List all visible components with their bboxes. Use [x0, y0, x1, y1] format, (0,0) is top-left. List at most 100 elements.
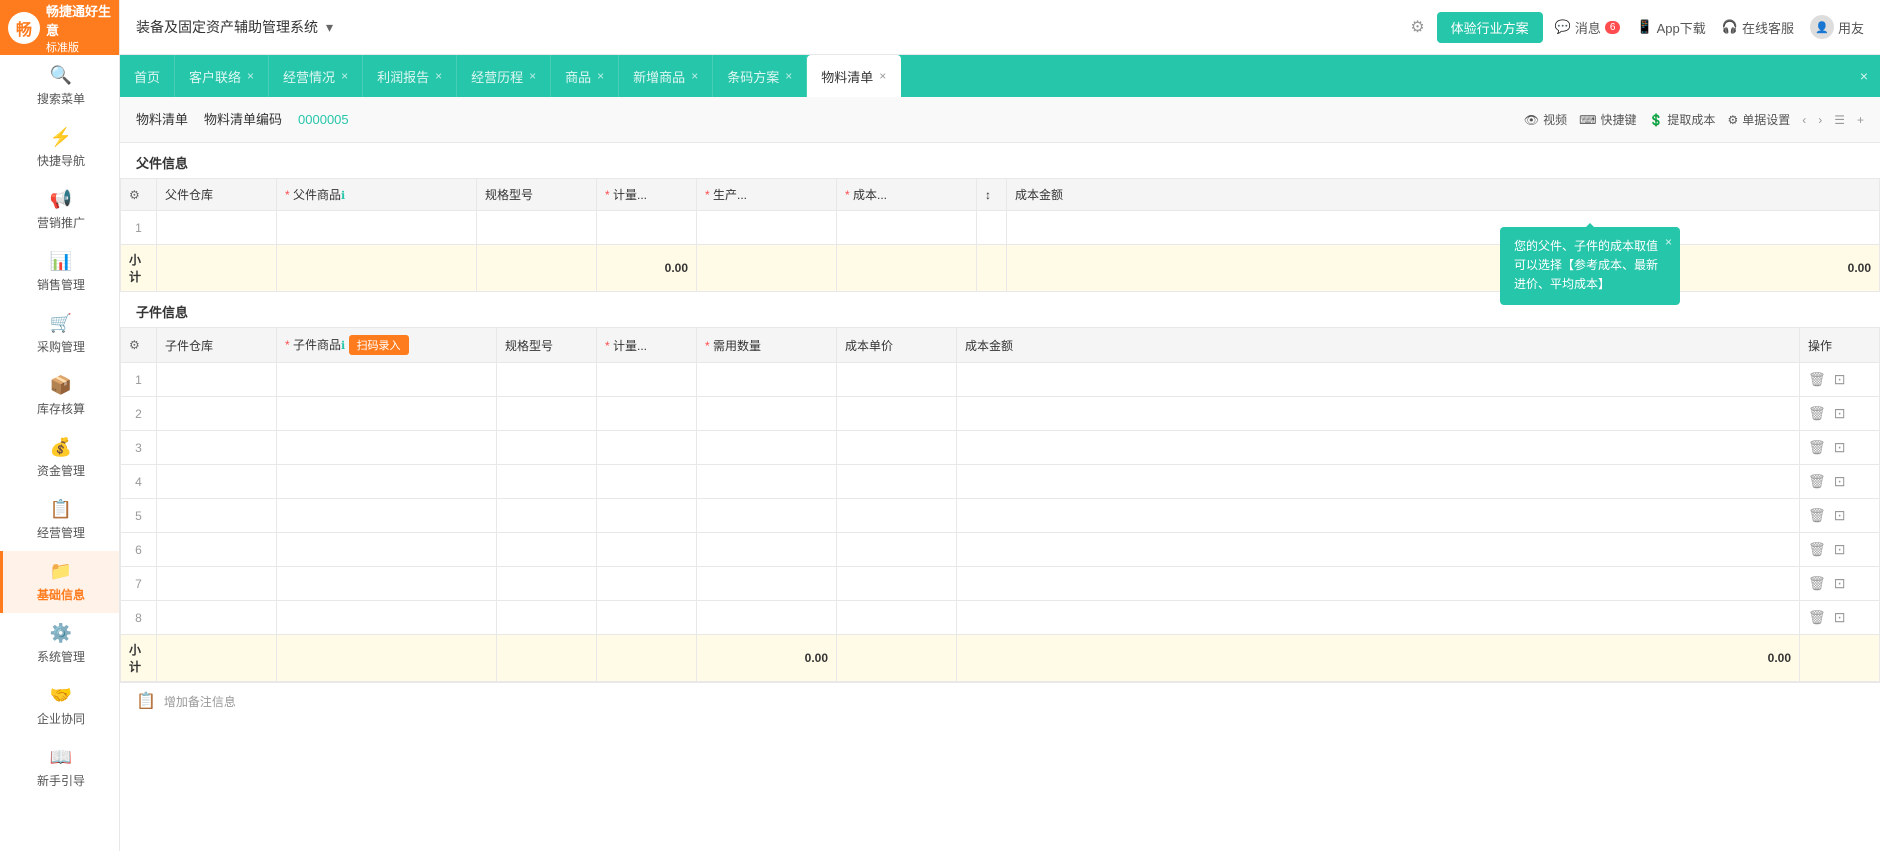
parent-subtotal-c2	[157, 245, 277, 292]
shortcut-action[interactable]: ⌨ 快捷键	[1579, 111, 1636, 128]
nav-next-button[interactable]: ›	[1818, 113, 1822, 127]
main-area: 装备及固定资产辅助管理系统 ▾ ⚙ 体验行业方案 💬 消息 6 📱 App下载 …	[120, 0, 1880, 851]
child-row-1-spec[interactable]	[497, 363, 597, 397]
child-row-5: 5 🗑⊡	[121, 499, 1880, 533]
subtab-list[interactable]: 物料清单	[136, 105, 188, 134]
child-row-3-copy-icon[interactable]: ⊡	[1834, 439, 1846, 456]
child-row-5-copy-icon[interactable]: ⊡	[1834, 507, 1846, 524]
child-row-4-copy-icon[interactable]: ⊡	[1834, 473, 1846, 490]
sidebar-item-sales[interactable]: 📊 销售管理	[0, 241, 119, 303]
sidebar-item-basic[interactable]: 📁 基础信息	[0, 551, 119, 613]
tab-profit-close[interactable]: ×	[435, 69, 442, 83]
close-all-tabs[interactable]: ×	[1848, 68, 1880, 84]
sidebar-item-operation[interactable]: 📋 经营管理	[0, 489, 119, 551]
child-row-1-unit-cost[interactable]	[837, 363, 957, 397]
sidebar-item-marketing[interactable]: 📢 营销推广	[0, 179, 119, 241]
tab-customer-close[interactable]: ×	[247, 69, 254, 83]
sidebar-item-search[interactable]: 🔍 搜索菜单	[0, 55, 119, 117]
parent-row-1-sort[interactable]	[977, 211, 1007, 245]
child-subtotal-label: 小计	[121, 635, 157, 682]
system-icon: ⚙️	[50, 623, 72, 644]
parent-row-1-cost[interactable]	[837, 211, 977, 245]
tab-bom[interactable]: 物料清单 ×	[807, 55, 901, 97]
settings-action[interactable]: ⚙ 单据设置	[1727, 111, 1790, 128]
tab-home[interactable]: 首页	[120, 55, 175, 97]
message-button[interactable]: 💬 消息 6	[1555, 18, 1621, 37]
tab-bom-close[interactable]: ×	[879, 69, 886, 83]
child-row-2-copy-icon[interactable]: ⊡	[1834, 405, 1846, 422]
nav-prev-button[interactable]: ‹	[1802, 113, 1806, 127]
child-subtotal-row: 小计 0.00 0.00	[121, 635, 1880, 682]
child-row-6-delete-icon[interactable]: 🗑	[1808, 541, 1826, 558]
tab-newproduct[interactable]: 新增商品 ×	[619, 55, 713, 97]
child-row-6-copy-icon[interactable]: ⊡	[1834, 541, 1846, 558]
tooltip-box: × 您的父件、子件的成本取值可以选择【参考成本、最新进价、平均成本】	[1500, 227, 1680, 305]
tooltip-close-button[interactable]: ×	[1665, 233, 1672, 252]
parent-th-gear[interactable]: ⚙	[121, 179, 157, 211]
child-row-8: 8 🗑⊡	[121, 601, 1880, 635]
sidebar-item-collab[interactable]: 🤝 企业协同	[0, 675, 119, 737]
nav-add-button[interactable]: +	[1857, 113, 1864, 127]
tab-operation-close[interactable]: ×	[341, 69, 348, 83]
trial-button[interactable]: 体验行业方案	[1437, 12, 1543, 43]
child-row-8-copy-icon[interactable]: ⊡	[1834, 609, 1846, 626]
view-action[interactable]: 👁 视频	[1524, 111, 1567, 128]
topbar-dropdown-icon[interactable]: ▾	[326, 19, 333, 36]
app-icon: 📱	[1636, 19, 1652, 35]
tab-customer[interactable]: 客户联络 ×	[175, 55, 269, 97]
child-row-2-delete-icon[interactable]: 🗑	[1808, 405, 1826, 422]
tab-history[interactable]: 经营历程 ×	[457, 55, 551, 97]
child-row-7-copy-icon[interactable]: ⊡	[1834, 575, 1846, 592]
sidebar-logo: 畅 畅捷通好生意 标准版	[0, 0, 119, 55]
nav-list-button[interactable]: ☰	[1834, 113, 1845, 127]
child-row-8-delete-icon[interactable]: 🗑	[1808, 609, 1826, 626]
parent-th-production: * 生产...	[697, 179, 837, 211]
topbar-settings-icon[interactable]: ⚙	[1410, 17, 1424, 37]
sidebar-item-purchase[interactable]: 🛒 采购管理	[0, 303, 119, 365]
sidebar-item-guide[interactable]: 📖 新手引导	[0, 737, 119, 799]
user-button[interactable]: 👤 用友	[1810, 15, 1864, 39]
child-row-1-product[interactable]	[277, 363, 497, 397]
child-row-1-copy-icon[interactable]: ⊡	[1834, 371, 1846, 388]
parent-row-1-product[interactable]	[277, 211, 477, 245]
online-service-button[interactable]: 🎧 在线客服	[1722, 18, 1794, 37]
tab-barcode[interactable]: 条码方案 ×	[713, 55, 807, 97]
cost-action[interactable]: 💲 提取成本	[1648, 111, 1715, 128]
tab-product-close[interactable]: ×	[597, 69, 604, 83]
parent-row-1-production[interactable]	[697, 211, 837, 245]
sidebar-item-system[interactable]: ⚙️ 系统管理	[0, 613, 119, 675]
child-row-3-delete-icon[interactable]: 🗑	[1808, 439, 1826, 456]
parent-row-1-warehouse[interactable]	[157, 211, 277, 245]
sidebar-item-quicknav[interactable]: ⚡ 快捷导航	[0, 117, 119, 179]
search-icon: 🔍	[50, 65, 72, 86]
tab-newproduct-close[interactable]: ×	[691, 69, 698, 83]
child-th-cost-amount: 成本金额	[957, 328, 1800, 363]
child-subtotal-cost-amount: 0.00	[957, 635, 1800, 682]
parent-row-1-unit[interactable]	[597, 211, 697, 245]
child-row-7-delete-icon[interactable]: 🗑	[1808, 575, 1826, 592]
tab-history-close[interactable]: ×	[529, 69, 536, 83]
scan-button[interactable]: 扫码录入	[349, 335, 409, 355]
tab-profit[interactable]: 利润报告 ×	[363, 55, 457, 97]
parent-row-1-cost-amount	[1007, 211, 1880, 245]
child-th-gear[interactable]: ⚙	[121, 328, 157, 363]
child-row-1-qty[interactable]	[697, 363, 837, 397]
child-row-1-delete-icon[interactable]: 🗑	[1808, 371, 1826, 388]
sidebar-item-inventory[interactable]: 📦 库存核算	[0, 365, 119, 427]
child-row-1-warehouse[interactable]	[157, 363, 277, 397]
child-row-4: 4 🗑⊡	[121, 465, 1880, 499]
child-table: ⚙ 子件仓库 * 子件商品ℹ 扫码录入 规格型号 * 计量... * 需用数量 …	[120, 327, 1880, 682]
tab-barcode-close[interactable]: ×	[785, 69, 792, 83]
sidebar-item-finance[interactable]: 💰 资金管理	[0, 427, 119, 489]
service-icon: 🎧	[1722, 19, 1738, 35]
tab-operation[interactable]: 经营情况 ×	[269, 55, 363, 97]
quicknav-icon: ⚡	[50, 127, 72, 148]
child-row-1-unit[interactable]	[597, 363, 697, 397]
parent-row-1-spec[interactable]	[477, 211, 597, 245]
child-th-product: * 子件商品ℹ 扫码录入	[277, 328, 497, 363]
child-row-4-delete-icon[interactable]: 🗑	[1808, 473, 1826, 490]
tab-product[interactable]: 商品 ×	[551, 55, 619, 97]
bottom-note[interactable]: 📋 增加备注信息	[120, 682, 1880, 719]
app-download-button[interactable]: 📱 App下载	[1636, 18, 1705, 37]
child-row-5-delete-icon[interactable]: 🗑	[1808, 507, 1826, 524]
